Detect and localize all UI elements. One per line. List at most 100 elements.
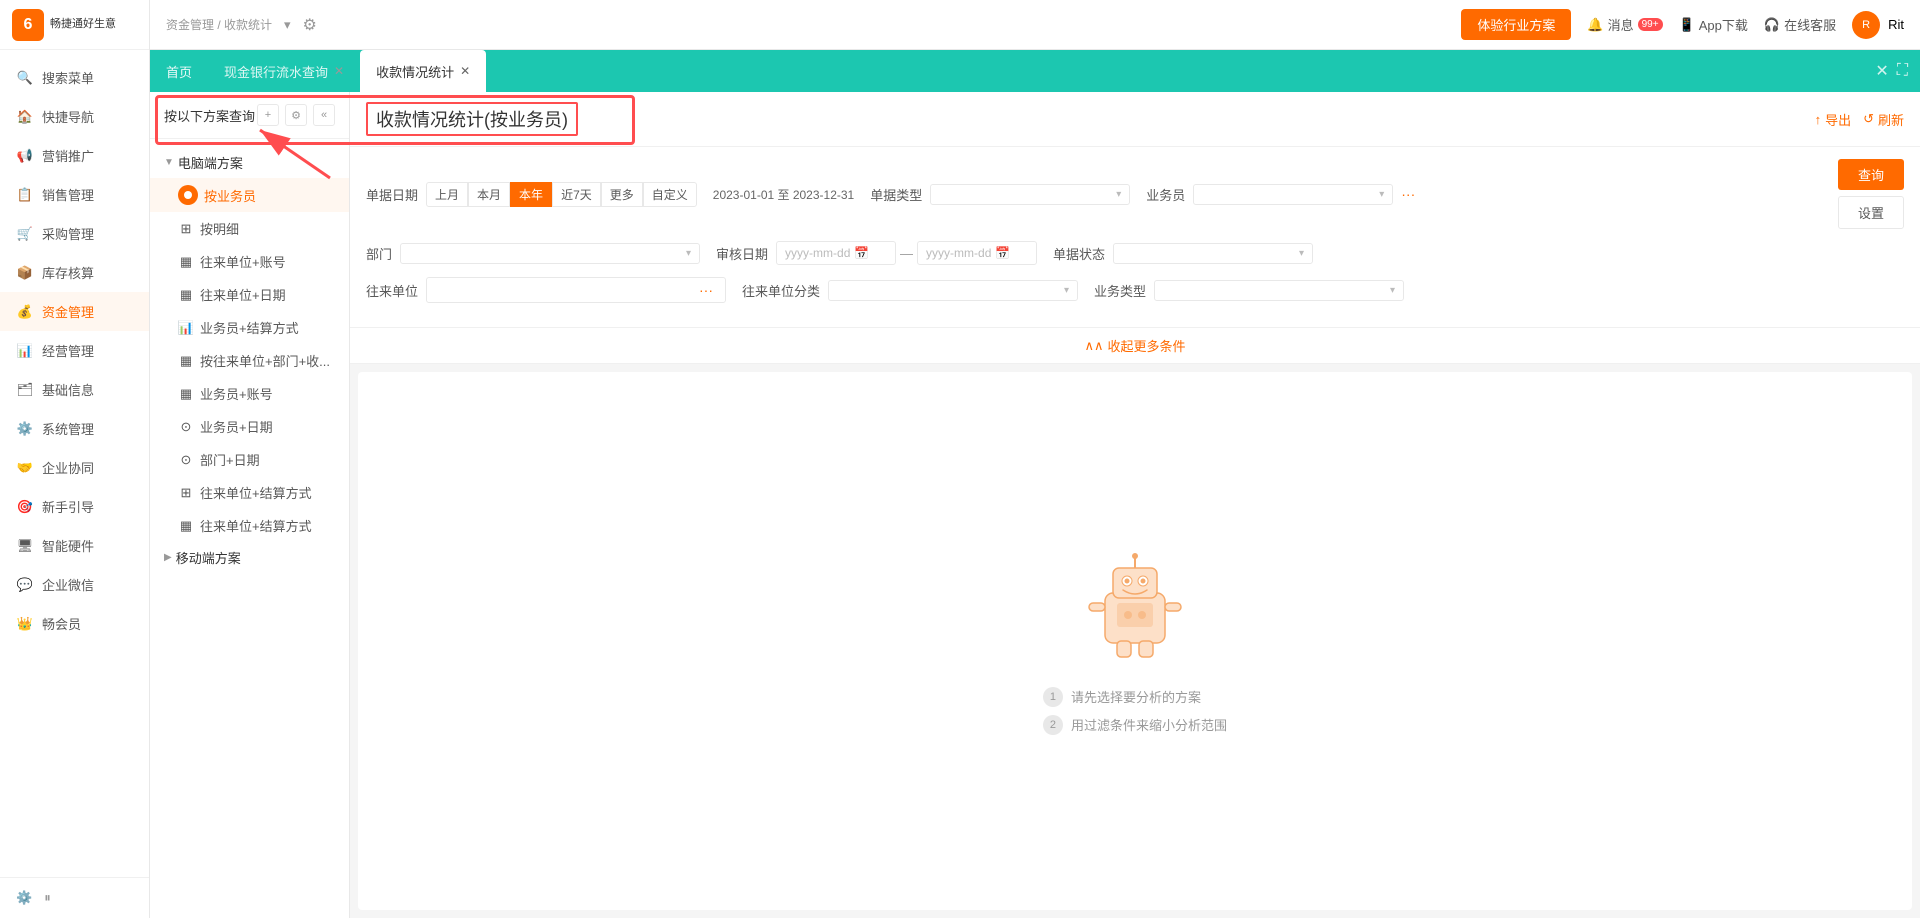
app-download-btn[interactable]: 📱 App下载	[1679, 15, 1748, 34]
sidebar-item-operations-label: 经营管理	[42, 341, 94, 360]
refresh-label: 刷新	[1878, 110, 1904, 129]
biz-type-select[interactable]: ▾	[1154, 280, 1404, 301]
gear-settings-icon[interactable]: ⚙	[303, 15, 317, 35]
review-date-start-input[interactable]: yyyy-mm-dd 📅	[776, 241, 896, 265]
tree-item-partner-settlement2[interactable]: ▦ 往来单位+结算方式	[150, 509, 349, 542]
tab-collection-stats[interactable]: 收款情况统计 ✕	[360, 50, 486, 92]
sidebar-item-member[interactable]: 👑 畅会员	[0, 604, 149, 643]
tab-expand-icon[interactable]: ⛶	[1897, 62, 1908, 80]
collapse-row[interactable]: ∧∧ 收起更多条件	[350, 328, 1920, 364]
notification-label: 消息	[1608, 15, 1634, 34]
calendar-icon-2: 📅	[995, 246, 1010, 260]
tree-group-mobile-title[interactable]: ▶ 移动端方案	[150, 542, 349, 573]
chevron-down-icon[interactable]: ▾	[284, 17, 291, 33]
tree-group-mobile-label: 移动端方案	[176, 548, 241, 567]
tree-item-partner-account[interactable]: ▦ 往来单位+账号	[150, 245, 349, 278]
sidebar-item-system-label: 系统管理	[42, 419, 94, 438]
sidebar-item-sales[interactable]: 📋 销售管理	[0, 175, 149, 214]
tree-item-dept-date-label: 部门+日期	[200, 450, 260, 469]
tab-collection-stats-close[interactable]: ✕	[460, 64, 470, 78]
salesperson-select[interactable]: ▾	[1193, 184, 1393, 205]
tree-item-salesperson-account[interactable]: ▦ 业务员+账号	[150, 377, 349, 410]
sidebar-item-search[interactable]: 🔍 搜索菜单	[0, 58, 149, 97]
tree-item-salesperson-date[interactable]: ⊙ 业务员+日期	[150, 410, 349, 443]
sidebar-item-wechat-label: 企业微信	[42, 575, 94, 594]
review-date-input-group: yyyy-mm-dd 📅 — yyyy-mm-dd 📅	[776, 241, 1037, 265]
date-filter-item: 单据日期 上月 本月 本年 近7天 更多 自定义 2023-01-01 至 20…	[366, 182, 854, 207]
clock-icon-1: ⊙	[178, 419, 194, 435]
dept-select[interactable]: ▾	[400, 243, 700, 264]
sidebar-item-guide[interactable]: 🎯 新手引导	[0, 487, 149, 526]
tree-item-by-detail[interactable]: ⊞ 按明细	[150, 212, 349, 245]
date-tab-lastmonth[interactable]: 上月	[426, 182, 468, 207]
sidebar-item-purchase[interactable]: 🛒 采购管理	[0, 214, 149, 253]
collapse-panel-btn[interactable]: «	[313, 104, 335, 126]
sidebar-item-marketing[interactable]: 📢 营销推广	[0, 136, 149, 175]
tree-item-dept-date[interactable]: ⊙ 部门+日期	[150, 443, 349, 476]
tab-bank-flow[interactable]: 现金银行流水查询 ✕	[208, 50, 360, 92]
notification-btn[interactable]: 🔔 消息 99+	[1587, 15, 1662, 34]
salesperson-arrow-icon: ▾	[1379, 189, 1384, 200]
settings-bottom-icon[interactable]: ⚙️	[16, 890, 32, 906]
tree-item-by-salesperson[interactable]: 按业务员	[150, 178, 349, 212]
sidebar-item-inventory[interactable]: 📦 库存核算	[0, 253, 149, 292]
online-service-btn[interactable]: 🎧 在线客服	[1764, 15, 1836, 34]
tree-item-salesperson-settlement[interactable]: 📊 业务员+结算方式	[150, 311, 349, 344]
top-header: 资金管理 / 收款统计 ▾ ⚙ 体验行业方案 🔔 消息 99+ 📱 App下载 …	[150, 0, 1920, 50]
tree-group-desktop-title[interactable]: ▼ 电脑端方案	[150, 147, 349, 178]
biz-type-label: 业务类型	[1094, 281, 1146, 300]
sidebar-item-quicknav-label: 快捷导航	[42, 107, 94, 126]
doc-type-select[interactable]: ▾	[930, 184, 1130, 205]
sidebar: 6 畅捷通好生意 🔍 搜索菜单 🏠 快捷导航 📢 营销推广 📋 销售管理 🛒 采…	[0, 0, 150, 918]
expand-arrow-mobile-icon: ▶	[164, 552, 172, 563]
partner-filter-item: 往来单位 ···	[366, 277, 726, 303]
empty-step-1: 1 请先选择要分析的方案	[1043, 687, 1227, 707]
refresh-btn[interactable]: ↺ 刷新	[1863, 110, 1904, 129]
date-range-display: 2023-01-01 至 2023-12-31	[713, 186, 854, 203]
tree-item-partner-account-label: 往来单位+账号	[200, 252, 286, 271]
filter-row-3: 往来单位 ··· 往来单位分类 ▾ 业务类型	[366, 277, 1904, 303]
tree-item-partner-dept-collect-label: 按往来单位+部门+收...	[200, 351, 330, 370]
collapse-up-icon: ∧∧	[1084, 338, 1103, 354]
salesperson-more-icon[interactable]: ···	[1401, 186, 1415, 202]
date-tab-more[interactable]: 更多	[601, 182, 643, 207]
tree-item-partner-dept-collect[interactable]: ▦ 按往来单位+部门+收...	[150, 344, 349, 377]
tree-item-partner-settlement1[interactable]: ⊞ 往来单位+结算方式	[150, 476, 349, 509]
tab-close-all-icon[interactable]: ✕	[1875, 61, 1888, 81]
tree-item-partner-settlement2-label: 往来单位+结算方式	[200, 516, 312, 535]
date-tab-custom[interactable]: 自定义	[643, 182, 697, 207]
tree-item-partner-date[interactable]: ▦ 往来单位+日期	[150, 278, 349, 311]
review-date-end-input[interactable]: yyyy-mm-dd 📅	[917, 241, 1037, 265]
sidebar-item-basic-label: 基础信息	[42, 380, 94, 399]
query-button[interactable]: 查询	[1838, 159, 1904, 190]
sidebar-item-finance[interactable]: 💰 资金管理	[0, 292, 149, 331]
date-tab-last7days[interactable]: 近7天	[552, 182, 601, 207]
manage-scheme-btn[interactable]: ⚙	[285, 104, 307, 126]
sidebar-item-basic[interactable]: 🗂 基础信息	[0, 370, 149, 409]
sidebar-item-system[interactable]: ⚙️ 系统管理	[0, 409, 149, 448]
sidebar-item-quicknav[interactable]: 🏠 快捷导航	[0, 97, 149, 136]
partner-more-icon[interactable]: ···	[699, 282, 713, 298]
tab-bank-flow-close[interactable]: ✕	[334, 64, 344, 78]
refresh-icon: ↺	[1863, 111, 1874, 127]
settings-button[interactable]: 设置	[1838, 196, 1904, 229]
partner-select[interactable]: ···	[426, 277, 726, 303]
user-name: Rit	[1888, 17, 1904, 32]
date-tab-thismonth[interactable]: 本月	[468, 182, 510, 207]
date-tab-thisyear[interactable]: 本年	[510, 182, 552, 207]
partner-category-select[interactable]: ▾	[828, 280, 1078, 301]
tree-item-salesperson-settlement-label: 业务员+结算方式	[200, 318, 299, 337]
tab-home[interactable]: 首页	[150, 62, 208, 81]
sidebar-item-operations[interactable]: 📊 经营管理	[0, 331, 149, 370]
doc-status-select[interactable]: ▾	[1113, 243, 1313, 264]
bell-icon: 🔔	[1587, 17, 1603, 33]
user-info: R Rit	[1852, 11, 1904, 39]
pause-icon[interactable]: ⏸	[44, 890, 51, 906]
sidebar-item-wechat[interactable]: 💬 企业微信	[0, 565, 149, 604]
sidebar-item-hardware[interactable]: 🖥 智能硬件	[0, 526, 149, 565]
trial-btn[interactable]: 体验行业方案	[1461, 9, 1571, 40]
operations-icon: 📊	[16, 342, 34, 360]
export-btn[interactable]: ↑ 导出	[1815, 110, 1852, 129]
sidebar-item-enterprise[interactable]: 🤝 企业协同	[0, 448, 149, 487]
add-scheme-btn[interactable]: +	[257, 104, 279, 126]
